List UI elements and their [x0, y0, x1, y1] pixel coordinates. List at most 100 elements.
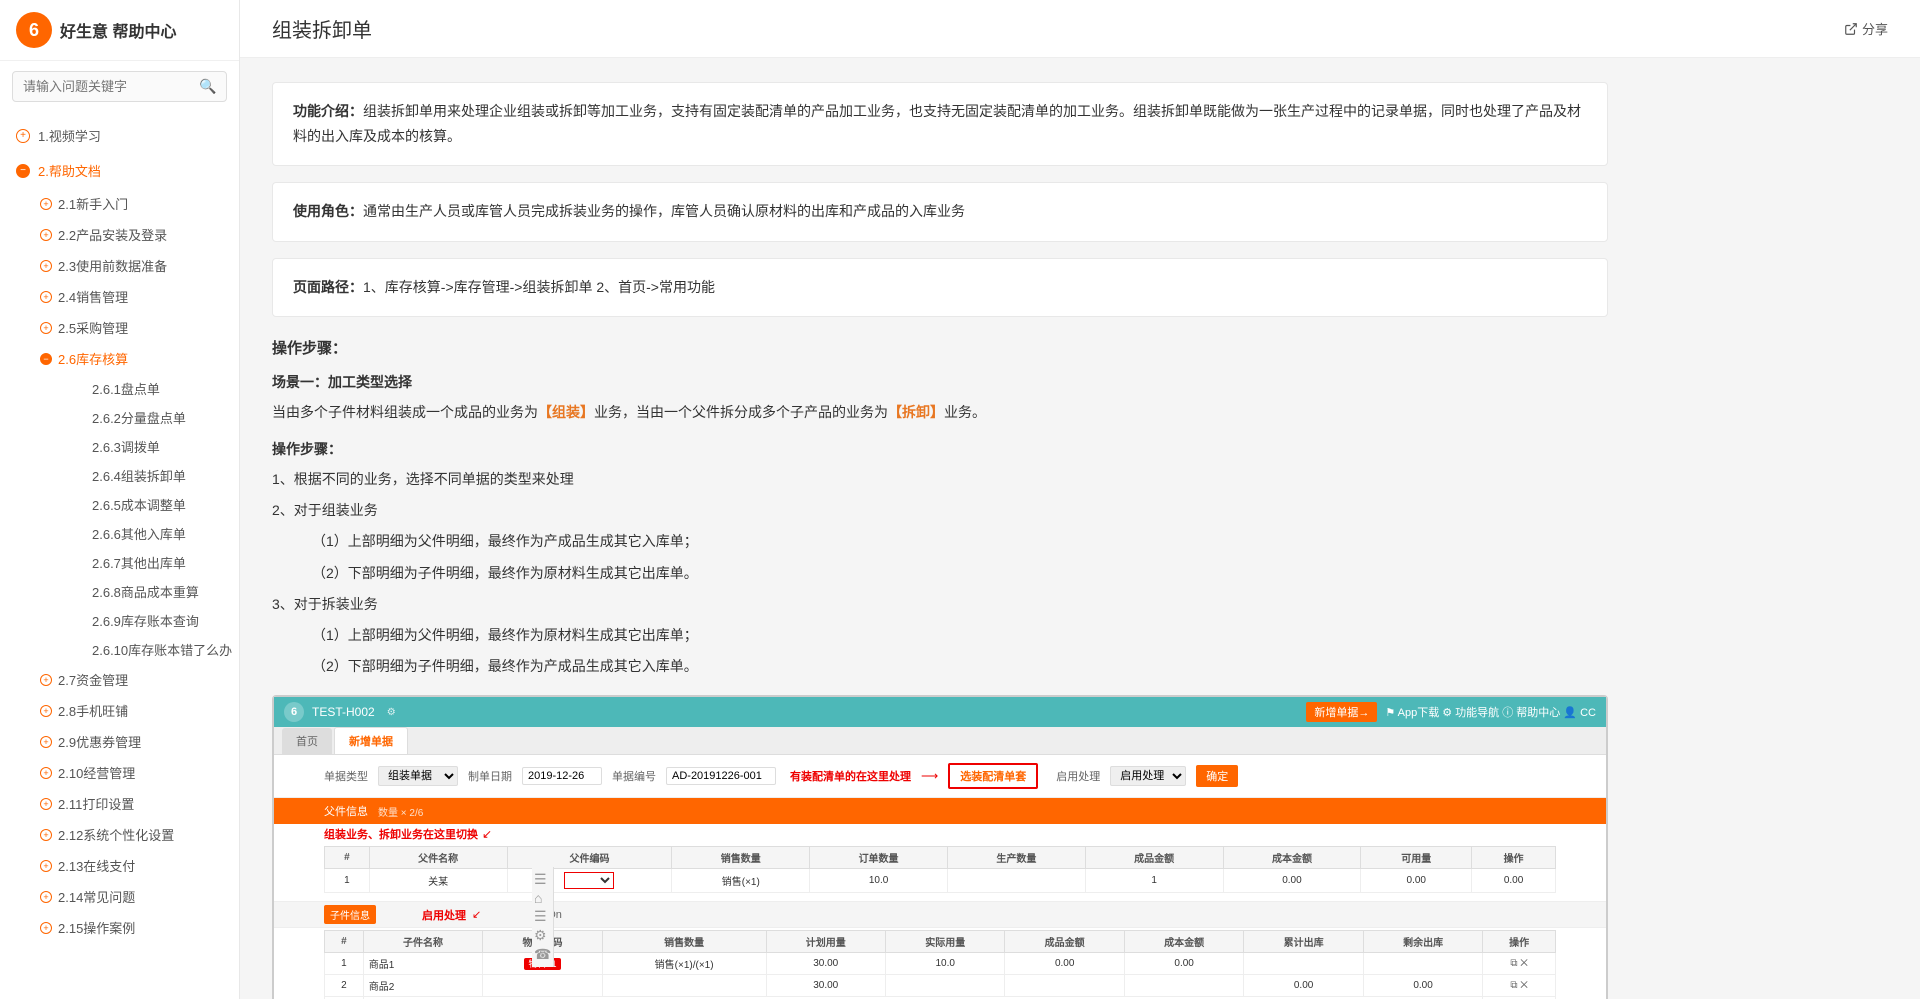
- inner-bcol-sales: 销售数量: [602, 931, 766, 953]
- inner-order-type-select[interactable]: 组装单据: [378, 766, 458, 786]
- inner-btd-cum-out: [1244, 953, 1363, 975]
- sidebar-item-2-13[interactable]: + 2.13在线支付: [40, 850, 239, 881]
- sidebar-item-2-7[interactable]: + 2.7资金管理: [40, 664, 239, 695]
- inner-btd-name: 商品1: [363, 953, 482, 975]
- sidebar-item-2-6[interactable]: − 2.6库存核算: [40, 343, 239, 374]
- inner-ops-del-icon[interactable]: ✕: [1520, 958, 1528, 969]
- scenario1-title: 场景一：加工类型选择: [272, 372, 1608, 392]
- inner-topbar-icons: ⚙: [387, 707, 396, 718]
- sidebar-item-2-9[interactable]: + 2.9优惠券管理: [40, 726, 239, 757]
- sidebar-item-2-6-8[interactable]: 2.6.8商品成本重算: [92, 577, 239, 606]
- inner-btd-sales: 销售(×1)/(×1): [602, 953, 766, 975]
- sidebar-item-2-12[interactable]: + 2.12系统个性化设置: [40, 819, 239, 850]
- inner-date-input[interactable]: [522, 767, 602, 785]
- inner-bottom-table-container: # 子件名称 物料编码 销售数量 计划用量 实际用量 成品金额 成本金额 累计出…: [274, 928, 1606, 999]
- sidebar-item-2-6-9[interactable]: 2.6.9库存账本查询: [92, 606, 239, 635]
- inner-settings-icon[interactable]: ⚙: [534, 927, 551, 944]
- inner-btd-cost-amt: [1124, 975, 1243, 997]
- sidebar-item-label: 2.13在线支付: [58, 856, 135, 875]
- sidebar-item-2-2[interactable]: + 2.2产品安装及登录: [40, 219, 239, 250]
- inner-bcol-cum-out: 累计出库: [1244, 931, 1363, 953]
- inner-order-no-label: 单据编号: [612, 768, 656, 784]
- inner-td-parent-name: 关某: [369, 869, 507, 893]
- func-intro-block: 功能介绍：组装拆卸单用来处理企业组装或拆卸等加工业务，支持有固定装配清单的产品加…: [272, 82, 1608, 166]
- path-block: 页面路径：1、库存核算->库存管理->组装拆卸单 2、首页->常用功能: [272, 258, 1608, 317]
- inner-bcol-plan: 计划用量: [766, 931, 885, 953]
- sidebar-item-2-6-3[interactable]: 2.6.3调拨单: [92, 432, 239, 461]
- sidebar-item-2-6-6[interactable]: 2.6.6其他入库单: [92, 519, 239, 548]
- inner-titlebar-right: 新增单据→ ⚑ App下载 ⚙ 功能导航 ⓘ 帮助中心 👤 CC: [1306, 702, 1596, 722]
- inner-user-icon[interactable]: ☎: [534, 946, 551, 963]
- inner-col-ops: 操作: [1472, 847, 1556, 869]
- search-box[interactable]: 🔍: [12, 71, 227, 102]
- ops-title: 操作步骤：: [272, 337, 1608, 358]
- ann-arrow-4: ↙: [472, 908, 481, 921]
- sidebar-item-2-6-4[interactable]: 2.6.4组装拆卸单: [92, 461, 239, 490]
- inner-bom-btn[interactable]: 选装配清单套: [948, 763, 1038, 789]
- expand-icon: +: [40, 291, 52, 303]
- inner-nav-icon[interactable]: ☰: [534, 871, 551, 888]
- sidebar-item-2-10[interactable]: + 2.10经营管理: [40, 757, 239, 788]
- sidebar-item-2-6-2[interactable]: 2.6.2分量盘点单: [92, 403, 239, 432]
- inner-btd-prod-amt: [1005, 975, 1124, 997]
- inner-form-area: 单据类型 组装单据 制单日期 单据编号 有装配清单的在这里处理 ⟶ 选装配清单套…: [274, 755, 1606, 798]
- sidebar-item-2-8[interactable]: + 2.8手机旺铺: [40, 695, 239, 726]
- inner-ops-copy-icon[interactable]: ⧉: [1510, 958, 1517, 969]
- path-desc: 1、库存核算->库存管理->组装拆卸单 2、首页->常用功能: [363, 279, 715, 295]
- step-3-1: （1）上部明细为父件明细，最终作为原材料生成其它出库单；: [272, 623, 1608, 648]
- inner-tabs: 首页 新增单据: [282, 727, 408, 754]
- sidebar-item-label: 2.14常见问题: [58, 887, 135, 906]
- inner-home-icon[interactable]: ⌂: [534, 890, 551, 906]
- expand-icon: +: [40, 322, 52, 334]
- inner-enable-select[interactable]: 启用处理: [1110, 766, 1186, 786]
- search-input[interactable]: [23, 79, 199, 94]
- sidebar-item-2-6-1[interactable]: 2.6.1盘点单: [92, 374, 239, 403]
- ann-label-3: 组装业务、拆卸业务在这里切换: [324, 826, 478, 842]
- inner-confirm-btn[interactable]: 确定: [1196, 765, 1238, 787]
- inner-ops-del-icon[interactable]: ✕: [1520, 980, 1528, 991]
- sidebar-item-2-4[interactable]: + 2.4销售管理: [40, 281, 239, 312]
- inner-list-icon[interactable]: ☰: [534, 908, 551, 925]
- inner-td-prod-qty: [947, 869, 1085, 893]
- sidebar-item-2-6-7[interactable]: 2.6.7其他出库单: [92, 548, 239, 577]
- inner-new-doc-btn[interactable]: 新增单据→: [1306, 702, 1377, 722]
- inner-spacer: ⚑ App下载 ⚙ 功能导航 ⓘ 帮助中心 👤 CC: [1385, 704, 1596, 720]
- sidebar-item-videos[interactable]: + 1.视频学习: [0, 118, 239, 153]
- sidebar-item-2-11[interactable]: + 2.11打印设置: [40, 788, 239, 819]
- share-button[interactable]: 分享: [1844, 19, 1888, 38]
- inner-btd-num: 1: [325, 953, 364, 975]
- sidebar-item-label: 2.6库存核算: [58, 349, 128, 368]
- inner-ops-copy-icon[interactable]: ⧉: [1510, 980, 1517, 991]
- inner-tab-new[interactable]: 新增单据: [334, 727, 408, 754]
- inner-order-no-input[interactable]: [666, 767, 776, 785]
- inner-date-label: 制单日期: [468, 768, 512, 784]
- sidebar-item-label: 2.帮助文档: [38, 161, 101, 180]
- sidebar-item-2-5[interactable]: + 2.5采购管理: [40, 312, 239, 343]
- inner-parent-code-select[interactable]: [564, 872, 614, 889]
- inner-btd-num: 2: [325, 975, 364, 997]
- sidebar-item-2-3[interactable]: + 2.3使用前数据准备: [40, 250, 239, 281]
- bracket-2: 【拆卸】: [888, 404, 944, 420]
- sidebar-item-2-14[interactable]: + 2.14常见问题: [40, 881, 239, 912]
- sidebar: 6 好生意 帮助中心 🔍 + 1.视频学习 − 2.帮助文档 + 2.1新手入门: [0, 0, 240, 999]
- inner-top-table-row: 1 关某 销售(×1) 10.0 1 0.00 0.00: [325, 869, 1556, 893]
- sidebar-item-2-1[interactable]: + 2.1新手入门: [40, 188, 239, 219]
- inner-btd-sales: [602, 975, 766, 997]
- expand-icon: +: [40, 198, 52, 210]
- sidebar-item-label: 2.3使用前数据准备: [58, 256, 167, 275]
- inner-section-header: 父件信息 数量 × 2/6: [274, 798, 1606, 824]
- inner-titlebar: 6 TEST-H002 ⚙ 新增单据→ ⚑ App下载 ⚙ 功能导航 ⓘ 帮助中…: [274, 697, 1606, 727]
- sidebar-item-docs[interactable]: − 2.帮助文档: [0, 153, 239, 188]
- inner-btd-ops: ⧉ ✕: [1483, 975, 1556, 997]
- expand-icon: +: [40, 860, 52, 872]
- inner-bcol-ops: 操作: [1483, 931, 1556, 953]
- step-3: 3、对于拆装业务: [272, 592, 1608, 617]
- sidebar-item-2-15[interactable]: + 2.15操作案例: [40, 912, 239, 943]
- expand-icon: +: [40, 736, 52, 748]
- inner-btd-ops: ⧉ ✕: [1483, 953, 1556, 975]
- search-icon[interactable]: 🔍: [199, 78, 216, 95]
- expand-icon: +: [40, 891, 52, 903]
- sidebar-item-2-6-10[interactable]: 2.6.10库存账本错了么办: [92, 635, 239, 664]
- inner-tab-home[interactable]: 首页: [282, 728, 332, 754]
- sidebar-item-2-6-5[interactable]: 2.6.5成本调整单: [92, 490, 239, 519]
